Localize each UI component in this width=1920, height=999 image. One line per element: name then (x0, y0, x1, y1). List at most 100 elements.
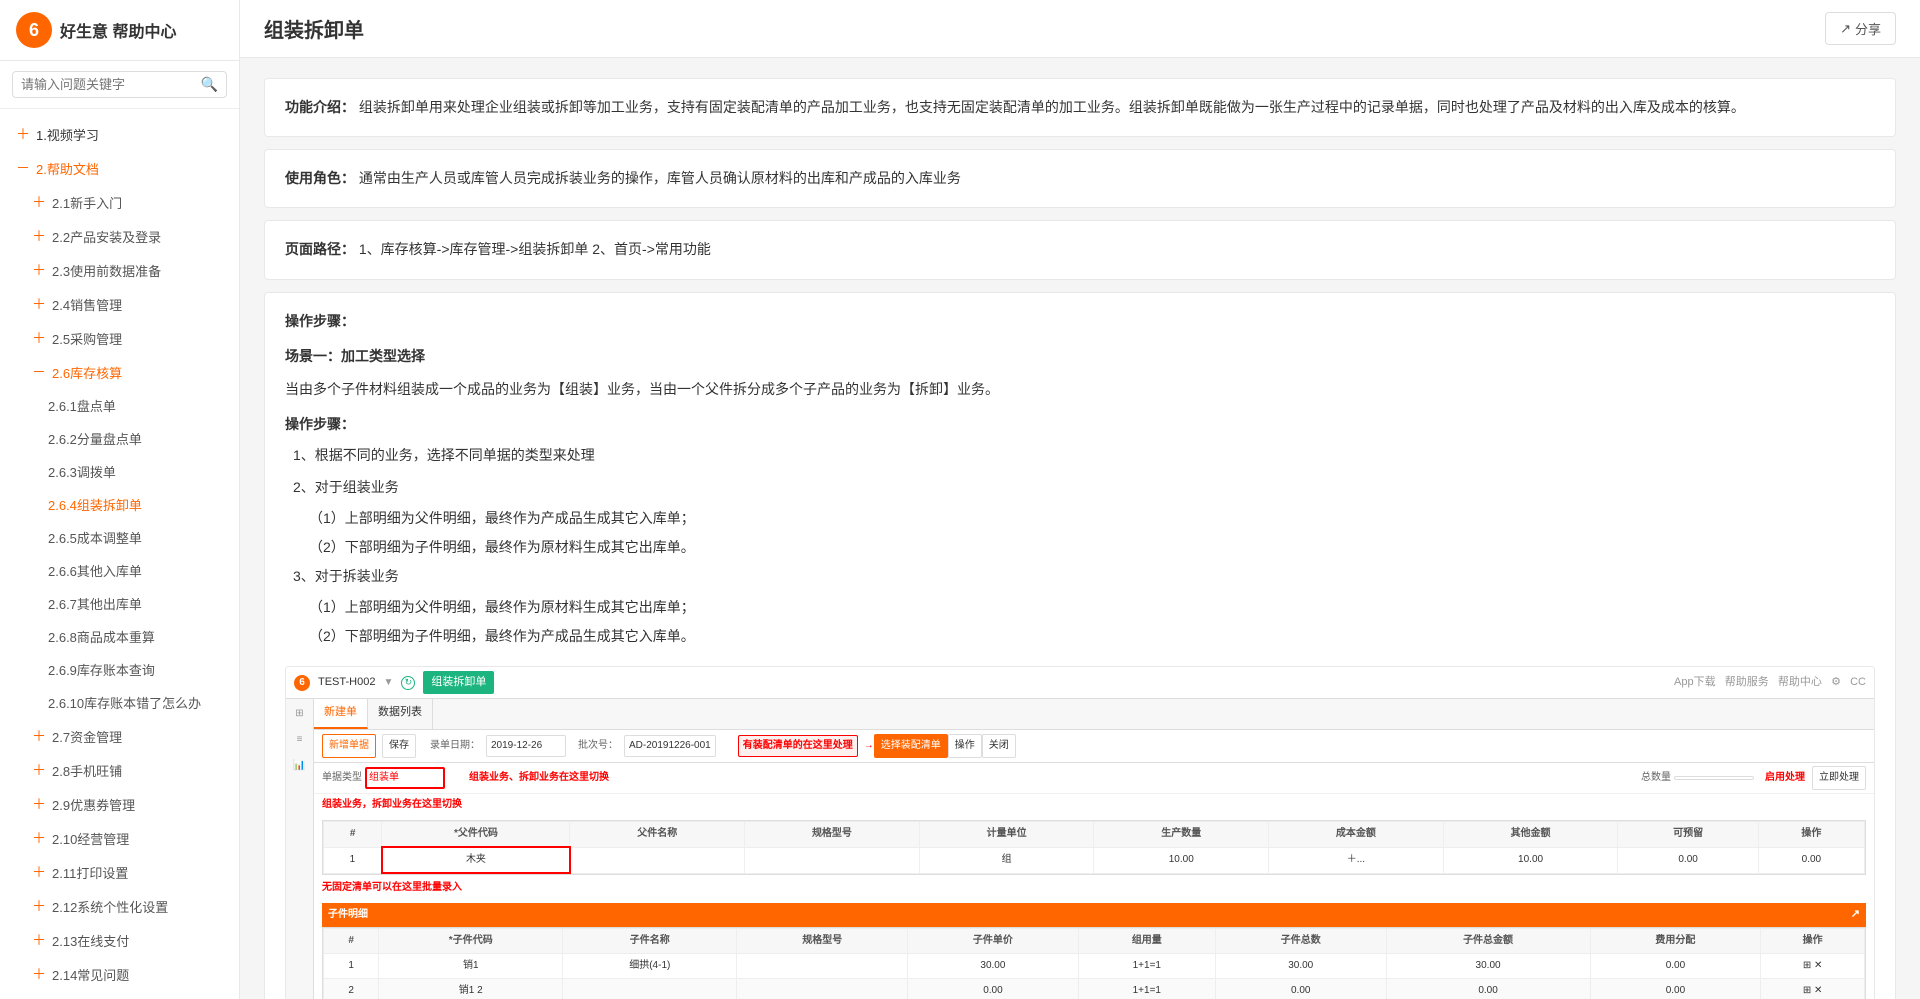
plus-icon: ＋ (32, 828, 46, 848)
ops-title: 操作步骤： (285, 309, 1875, 334)
sidebar-item-sales[interactable]: ＋ 2.4销售管理 (0, 287, 239, 321)
sim-nav-btn: 组装拆卸单 (423, 671, 494, 695)
sidebar-item-finance[interactable]: ＋ 2.7资金管理 (0, 719, 239, 753)
sidebar-item-docs[interactable]: － 2.帮助文档 (0, 151, 239, 185)
search-input[interactable] (21, 77, 201, 92)
sim-tab-new[interactable]: 新建单 (314, 699, 368, 729)
sim-close-btn[interactable]: 关闭 (982, 734, 1016, 758)
sidebar-item-partial-count[interactable]: 2.6.2分量盘点单 (0, 422, 239, 455)
sidebar-item-ops[interactable]: ＋ 2.10经营管理 (0, 821, 239, 855)
sidebar-item-faq[interactable]: ＋ 2.14常见问题 (0, 957, 239, 991)
sim-more-btn[interactable]: 操作 (948, 734, 982, 758)
sim-tabs: 新建单 数据列表 (314, 699, 1874, 730)
sidebar-item-install[interactable]: ＋ 2.2产品安装及登录 (0, 219, 239, 253)
role-label: 使用角色： (285, 170, 355, 186)
sidebar-item-label: 2.6.3调拨单 (48, 462, 116, 481)
sim-ctd-no: 2 (324, 979, 379, 999)
sim-sub-section-header: 子件明细 ↗ (322, 903, 1866, 927)
sim-date-label: 录单日期： (430, 737, 480, 755)
step3: 3、对于拆装业务 (293, 564, 1875, 589)
sidebar-item-cost-recalc[interactable]: 2.6.8商品成本重算 (0, 620, 239, 653)
minus-icon: － (16, 158, 30, 178)
sidebar-item-label: 2.6.2分量盘点单 (48, 429, 142, 448)
sim-type-select[interactable]: 组装单 (365, 767, 445, 789)
screenshot-wrap: 6 TEST-H002 ▼ ↻ 组装拆卸单 App下载 帮助服务 帮助中心 ⚙ … (285, 666, 1875, 999)
sim-td-name (570, 847, 745, 873)
sim-toolbar: 新增单据 保存 录单日期： 2019-12-26 批次号： AD-2019122… (314, 730, 1874, 763)
sim-child-header-row: # *子件代码 子件名称 规格型号 子件单价 组用量 子件总数 子件总金额 (324, 929, 1865, 954)
sim-cth-total-amt: 子件总金额 (1386, 929, 1590, 954)
sidebar-item-label: 2.6.6其他入库单 (48, 561, 142, 580)
sim-assembly-list-btn[interactable]: 选择装配清单 (874, 734, 948, 758)
sidebar-item-purchase[interactable]: ＋ 2.5采购管理 (0, 321, 239, 355)
sim-annotation3-below: 组装业务，拆卸业务在这里切换 (314, 794, 1874, 816)
sidebar-item-other-in[interactable]: 2.6.6其他入库单 (0, 554, 239, 587)
sim-date-input[interactable]: 2019-12-26 (486, 735, 566, 757)
sidebar-item-account-query[interactable]: 2.6.9库存账本查询 (0, 653, 239, 686)
sidebar-item-label: 2.13在线支付 (52, 931, 129, 950)
sim-btn-save[interactable]: 保存 (382, 734, 416, 758)
sidebar-item-stock-count[interactable]: 2.6.1盘点单 (0, 389, 239, 422)
sidebar-item-inventory[interactable]: － 2.6库存核算 (0, 355, 239, 389)
sidebar-item-print[interactable]: ＋ 2.11打印设置 (0, 855, 239, 889)
share-label: 分享 (1855, 19, 1881, 38)
sim-ctd-usage: 1+1=1 (1078, 979, 1215, 999)
sidebar-item-video[interactable]: ＋ 1.视频学习 (0, 117, 239, 151)
sim-annotation3-text: 组装业务、拆卸业务在这里切换 (469, 769, 609, 787)
sim-parent-table: # *父件代码 父件名称 规格型号 计量单位 生产数量 成本金额 其他金额 (323, 821, 1865, 874)
step3-sub2: （2）下部明细为子件明细，最终作为产成品生成其它入库单。 (309, 624, 1875, 649)
sidebar-item-label: 2.6.5成本调整单 (48, 528, 142, 547)
sidebar-item-label: 2.12系统个性化设置 (52, 897, 168, 916)
plus-icon: ＋ (32, 964, 46, 984)
sim-ctd-code: 销1 (379, 954, 563, 979)
sim-annotation1-text: 有装配清单的在这里处理 (738, 735, 858, 757)
sim-ctd-code: 销1 2 (379, 979, 563, 999)
sim-ctd-usage: 1+1=1 (1078, 954, 1215, 979)
sidebar-item-cases[interactable]: ＋ 2.15操作案例 (0, 991, 239, 999)
sidebar-item-cost-adjust[interactable]: 2.6.5成本调整单 (0, 521, 239, 554)
sim-cth-usage: 组用量 (1078, 929, 1215, 954)
sim-td-unit: 组 (919, 847, 1094, 873)
sidebar-item-label: 2.6.4组装拆卸单 (48, 495, 142, 514)
sidebar-item-newbie[interactable]: ＋ 2.1新手入门 (0, 185, 239, 219)
sim-td-other: 0.00 (1618, 847, 1758, 873)
sidebar-item-payment[interactable]: ＋ 2.13在线支付 (0, 923, 239, 957)
path-text: 1、库存核算->库存管理->组装拆卸单 2、首页->常用功能 (359, 241, 711, 257)
sidebar-item-data-prep[interactable]: ＋ 2.3使用前数据准备 (0, 253, 239, 287)
sim-body: ⊞ ≡ 📊 新建单 数据列表 新增单据 (286, 699, 1874, 999)
nav-tree: ＋ 1.视频学习 － 2.帮助文档 ＋ 2.1新手入门 ＋ 2.2产品安装及登录… (0, 109, 239, 999)
sidebar-item-coupon[interactable]: ＋ 2.9优惠券管理 (0, 787, 239, 821)
plus-icon: ＋ (32, 794, 46, 814)
sim-enable-btn[interactable]: 立即处理 (1812, 766, 1866, 790)
sidebar-item-mobile[interactable]: ＋ 2.8手机旺铺 (0, 753, 239, 787)
sidebar-item-personalize[interactable]: ＋ 2.12系统个性化设置 (0, 889, 239, 923)
sim-batch-input[interactable]: AD-20191226-001 (624, 735, 716, 757)
sim-company: TEST-H002 (318, 673, 375, 693)
sim-qty-input[interactable] (1674, 776, 1754, 780)
sidebar-item-other-out[interactable]: 2.6.7其他出库单 (0, 587, 239, 620)
sim-ctd-ops: ⊞ ✕ (1761, 954, 1865, 979)
logo-title: 好生意 帮助中心 (60, 18, 176, 42)
sim-ctd-tqty: 0.00 (1215, 979, 1386, 999)
role-card: 使用角色： 通常由生产人员或库管人员完成拆装业务的操作，库管人员确认原材料的出库… (264, 149, 1896, 208)
sim-btn-add[interactable]: 新增单据 (322, 734, 376, 758)
plus-icon: ＋ (16, 124, 30, 144)
sim-expand-icon: ↗ (1851, 905, 1860, 925)
func-intro-text: 组装拆卸单用来处理企业组装或拆卸等加工业务，支持有固定装配清单的产品加工业务，也… (359, 99, 1745, 115)
sim-dropdown-icon: ▼ (383, 674, 393, 692)
sidebar-item-account-error[interactable]: 2.6.10库存账本错了怎么办 (0, 686, 239, 719)
sim-th-action: 操作 (1758, 822, 1864, 848)
plus-icon: ＋ (32, 896, 46, 916)
path-card: 页面路径： 1、库存核算->库存管理->组装拆卸单 2、首页->常用功能 (264, 220, 1896, 279)
sim-annotation1-wrap: 有装配清单的在这里处理 → 选择装配清单 操作 关闭 (738, 734, 1016, 758)
sim-tab-list[interactable]: 数据列表 (368, 699, 433, 729)
ops-steps-subtitle: 操作步骤： (285, 412, 1875, 437)
sidebar-item-label: 2.6库存核算 (52, 363, 122, 382)
share-button[interactable]: ↗ 分享 (1825, 12, 1896, 45)
sim-chart-icon: 📊 (293, 757, 305, 775)
search-icon[interactable]: 🔍 (201, 76, 218, 93)
sidebar-item-assembly[interactable]: 2.6.4组装拆卸单 (0, 488, 239, 521)
plus-icon: ＋ (32, 192, 46, 212)
sidebar-item-transfer[interactable]: 2.6.3调拨单 (0, 455, 239, 488)
sim-batch-label: 批次号： (578, 737, 618, 755)
